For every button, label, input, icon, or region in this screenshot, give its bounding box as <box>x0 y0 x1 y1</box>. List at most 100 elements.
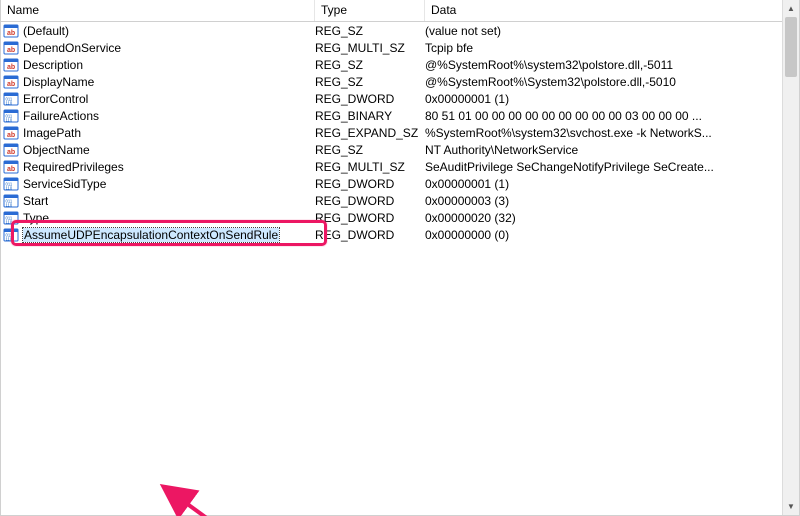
scroll-thumb[interactable] <box>785 17 797 77</box>
value-name-text: (Default) <box>23 24 69 38</box>
registry-value-row[interactable]: 011 110 StartREG_DWORD0x00000003 (3) <box>1 192 799 209</box>
column-header-name[interactable]: Name <box>1 0 315 21</box>
registry-value-row[interactable]: ab ObjectNameREG_SZNT Authority\NetworkS… <box>1 141 799 158</box>
annotation-arrow <box>1 243 800 516</box>
scroll-down-button[interactable]: ▼ <box>783 498 799 515</box>
value-data-cell: @%SystemRoot%\System32\polstore.dll,-501… <box>425 75 799 89</box>
value-name-text: Description <box>23 58 83 72</box>
registry-value-row[interactable]: ab DependOnServiceREG_MULTI_SZTcpip bfe <box>1 39 799 56</box>
value-name-cell: 011 110 Start <box>1 193 315 209</box>
reg-string-icon: ab <box>3 125 19 141</box>
value-type-cell: REG_EXPAND_SZ <box>315 126 425 140</box>
value-type-cell: REG_MULTI_SZ <box>315 160 425 174</box>
value-type-cell: REG_DWORD <box>315 211 425 225</box>
value-type-cell: REG_DWORD <box>315 194 425 208</box>
value-name-cell: ab ImagePath <box>1 125 315 141</box>
svg-text:110: 110 <box>6 219 13 224</box>
value-name-cell: ab ObjectName <box>1 142 315 158</box>
value-data-cell: (value not set) <box>425 24 799 38</box>
registry-value-row[interactable]: ab (Default)REG_SZ(value not set) <box>1 22 799 39</box>
reg-string-icon: ab <box>3 159 19 175</box>
value-name-cell: 011 110 ErrorControl <box>1 91 315 107</box>
value-type-cell: REG_DWORD <box>315 228 425 242</box>
value-name-text: FailureActions <box>23 109 99 123</box>
registry-value-row[interactable]: 011 110 ServiceSidTypeREG_DWORD0x0000000… <box>1 175 799 192</box>
scroll-track[interactable] <box>783 17 799 498</box>
vertical-scrollbar[interactable]: ▲ ▼ <box>782 0 799 515</box>
value-data-cell: 80 51 01 00 00 00 00 00 00 00 00 00 03 0… <box>425 109 799 123</box>
value-type-cell: REG_DWORD <box>315 177 425 191</box>
value-name-text: ImagePath <box>23 126 81 140</box>
svg-text:110: 110 <box>6 202 13 207</box>
value-data-cell: SeAuditPrivilege SeChangeNotifyPrivilege… <box>425 160 799 174</box>
reg-binary-icon: 011 110 <box>3 193 19 209</box>
svg-text:ab: ab <box>7 64 15 71</box>
registry-value-row[interactable]: 011 110 TypeREG_DWORD0x00000020 (32) <box>1 209 799 226</box>
reg-string-icon: ab <box>3 23 19 39</box>
value-type-cell: REG_SZ <box>315 143 425 157</box>
value-name-cell: ab DependOnService <box>1 40 315 56</box>
svg-text:ab: ab <box>7 47 15 54</box>
reg-binary-icon: 011 110 <box>3 210 19 226</box>
reg-binary-icon: 011 110 <box>3 227 19 243</box>
column-header-data[interactable]: Data <box>425 0 799 21</box>
registry-value-row[interactable]: ab RequiredPrivilegesREG_MULTI_SZSeAudit… <box>1 158 799 175</box>
value-name-cell: 011 110 ServiceSidType <box>1 176 315 192</box>
value-name-cell: 011 110 FailureActions <box>1 108 315 124</box>
registry-value-row[interactable]: ab DescriptionREG_SZ@%SystemRoot%\system… <box>1 56 799 73</box>
value-name-text: DependOnService <box>23 41 121 55</box>
registry-value-row[interactable]: 011 110 FailureActionsREG_BINARY80 51 01… <box>1 107 799 124</box>
svg-text:ab: ab <box>7 166 15 173</box>
registry-value-row[interactable]: ab DisplayNameREG_SZ@%SystemRoot%\System… <box>1 73 799 90</box>
value-name-text: ErrorControl <box>23 92 88 106</box>
value-type-cell: REG_MULTI_SZ <box>315 41 425 55</box>
value-name-cell: ab RequiredPrivileges <box>1 159 315 175</box>
registry-values-list: ab (Default)REG_SZ(value not set) ab Dep… <box>1 22 799 243</box>
svg-text:110: 110 <box>6 236 13 241</box>
list-header: Name Type Data <box>1 0 799 22</box>
reg-string-icon: ab <box>3 40 19 56</box>
value-type-cell: REG_SZ <box>315 24 425 38</box>
reg-binary-icon: 011 110 <box>3 108 19 124</box>
value-name-text: DisplayName <box>23 75 94 89</box>
value-name-cell: ab Description <box>1 57 315 73</box>
svg-text:110: 110 <box>6 117 13 122</box>
value-type-cell: REG_BINARY <box>315 109 425 123</box>
reg-binary-icon: 011 110 <box>3 91 19 107</box>
svg-text:ab: ab <box>7 132 15 139</box>
reg-string-icon: ab <box>3 74 19 90</box>
value-data-cell: 0x00000020 (32) <box>425 211 799 225</box>
registry-value-row[interactable]: 011 110 AssumeUDPEncapsulationContextOnS… <box>1 226 799 243</box>
value-name-cell: ab (Default) <box>1 23 315 39</box>
value-name-text: Start <box>23 194 48 208</box>
value-data-cell: 0x00000001 (1) <box>425 177 799 191</box>
value-name-text: AssumeUDPEncapsulationContextOnSendRule <box>23 228 279 242</box>
value-data-cell: Tcpip bfe <box>425 41 799 55</box>
value-data-cell: 0x00000001 (1) <box>425 92 799 106</box>
value-type-cell: REG_SZ <box>315 75 425 89</box>
registry-value-row[interactable]: 011 110 ErrorControlREG_DWORD0x00000001 … <box>1 90 799 107</box>
svg-text:110: 110 <box>6 100 13 105</box>
scroll-up-button[interactable]: ▲ <box>783 0 799 17</box>
value-name-cell: ab DisplayName <box>1 74 315 90</box>
value-data-cell: NT Authority\NetworkService <box>425 143 799 157</box>
reg-string-icon: ab <box>3 57 19 73</box>
value-name-text: Type <box>23 211 49 225</box>
value-name-text: ServiceSidType <box>23 177 106 191</box>
value-data-cell: 0x00000003 (3) <box>425 194 799 208</box>
value-data-cell: 0x00000000 (0) <box>425 228 799 242</box>
svg-text:ab: ab <box>7 149 15 156</box>
value-name-cell: 011 110 Type <box>1 210 315 226</box>
reg-binary-icon: 011 110 <box>3 176 19 192</box>
value-type-cell: REG_DWORD <box>315 92 425 106</box>
value-name-cell: 011 110 AssumeUDPEncapsulationContextOnS… <box>1 227 315 243</box>
svg-text:110: 110 <box>6 185 13 190</box>
value-name-text: RequiredPrivileges <box>23 160 124 174</box>
column-header-type[interactable]: Type <box>315 0 425 21</box>
value-name-text: ObjectName <box>23 143 90 157</box>
svg-text:ab: ab <box>7 81 15 88</box>
value-data-cell: @%SystemRoot%\system32\polstore.dll,-501… <box>425 58 799 72</box>
reg-string-icon: ab <box>3 142 19 158</box>
registry-value-row[interactable]: ab ImagePathREG_EXPAND_SZ%SystemRoot%\sy… <box>1 124 799 141</box>
value-data-cell: %SystemRoot%\system32\svchost.exe -k Net… <box>425 126 799 140</box>
